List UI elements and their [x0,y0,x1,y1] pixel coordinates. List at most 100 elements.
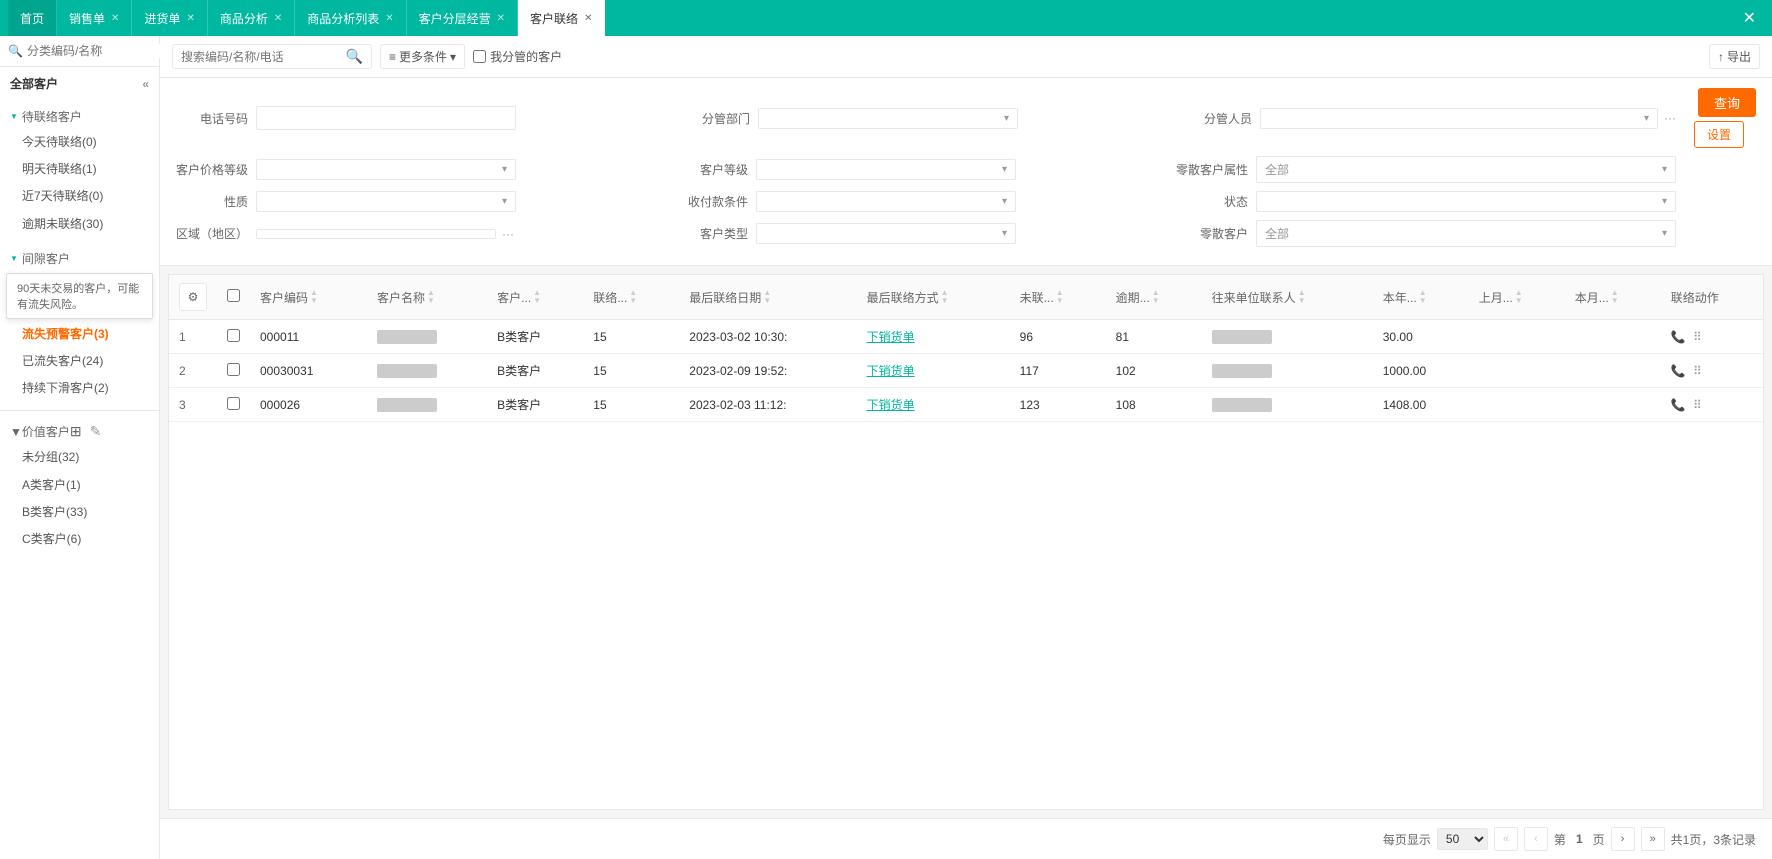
nav-tab-analysis[interactable]: 商品分析 ✕ [208,0,295,36]
filter-cust-level: 客户等级 ▾ [676,159,1176,180]
row-checkbox[interactable] [227,329,240,342]
nav-tab-purchase-label: 进货单 [144,10,180,27]
close-analysis-icon[interactable]: ✕ [274,13,282,24]
th-overdue: 逾期... ▲▼ [1106,275,1202,320]
row-this-month [1565,320,1661,354]
filter-row-2: 客户价格等级 ▾ 客户等级 ▾ 零散客户属性 全部 [176,156,1756,183]
sidebar-item-overdue[interactable]: 逾期未联络(30) [0,211,159,238]
action-more-icon[interactable]: ⠿ [1693,330,1702,344]
per-page-select[interactable]: 50 20 100 [1437,828,1488,850]
close-analysis-list-icon[interactable]: ✕ [385,13,393,24]
export-button[interactable]: ↑ 导出 [1709,44,1760,69]
table-settings-button[interactable]: ⚙ [179,283,207,311]
edit-icon[interactable]: ✎ [90,423,102,440]
more-conditions-label: 更多条件 [399,48,447,65]
row-name-blur [377,398,437,412]
filter-region-more[interactable]: ··· [496,227,520,241]
nav-tab-home[interactable]: 首页 [8,0,57,36]
row-last-method-link[interactable]: 下销货单 [867,330,915,344]
row-last-method-link[interactable]: 下销货单 [867,398,915,412]
sidebar-item-declining[interactable]: 持续下滑客户(2) [0,375,159,402]
sidebar-group-gap-title[interactable]: ▼ 间隙客户 [0,246,159,271]
settings-button[interactable]: 设置 [1694,121,1744,148]
sort-arrows-last-date: ▲▼ [763,289,771,305]
row-seq: 1 [169,320,217,354]
filter-person-label: 分管人员 [1180,110,1260,127]
table-area: ⚙ 客户编码 ▲▼ 客户名称 [168,274,1764,810]
filter-dept-select[interactable]: ▾ [758,108,1018,129]
nav-tab-sales[interactable]: 销售单 ✕ [57,0,132,36]
export-label: 导出 [1727,48,1751,65]
sidebar-item-c-class[interactable]: C类客户(6) [0,526,159,553]
select-all-checkbox[interactable] [227,289,240,302]
filter-price-level-select[interactable]: ▾ [256,159,516,180]
nav-tab-customer-contact[interactable]: 客户联络 ✕ [518,0,605,36]
sort-arrows-no-contact: ▲▼ [1056,289,1064,305]
filter-price-level-label: 客户价格等级 [176,161,256,178]
nav-tab-analysis-list[interactable]: 商品分析列表 ✕ [295,0,406,36]
window-close-button[interactable]: ✕ [1735,8,1764,28]
my-customers-checkbox[interactable] [473,50,486,63]
first-page-button[interactable]: « [1494,827,1518,851]
close-customer-contact-icon[interactable]: ✕ [584,13,592,24]
row-last-method: 下销货单 [857,388,1010,422]
th-unit-contact: 往来单位联系人 ▲▼ [1202,275,1373,320]
row-checkbox[interactable] [227,363,240,376]
next-page-button[interactable]: › [1611,827,1635,851]
filter-nature-select[interactable]: ▾ [256,191,516,212]
filter-cust-type-select[interactable]: ▾ [756,223,1016,244]
sidebar-item-ungroup[interactable]: 未分组(32) [0,444,159,471]
prev-page-button[interactable]: ‹ [1524,827,1548,851]
sidebar-group-pending-title[interactable]: ▼ 待联络客户 [0,104,159,129]
action-more-icon[interactable]: ⠿ [1693,398,1702,412]
sidebar: 🔍 全部客户 « ▼ 待联络客户 今天待联络(0) 明天待联络(1) 近7天待联… [0,36,160,859]
last-page-button[interactable]: » [1641,827,1665,851]
row-contact: 15 [583,354,679,388]
close-sales-icon[interactable]: ✕ [111,13,119,24]
action-phone-icon[interactable]: 📞 [1671,364,1686,378]
action-more-icon[interactable]: ⠿ [1693,364,1702,378]
sidebar-item-today[interactable]: 今天待联络(0) [0,129,159,156]
sidebar-item-b-class[interactable]: B类客户(33) [0,499,159,526]
filter-region-select[interactable] [256,229,496,239]
sidebar-item-tomorrow[interactable]: 明天待联络(1) [0,156,159,183]
filter-phone-input[interactable] [256,106,516,130]
sidebar-item-a-class[interactable]: A类客户(1) [0,472,159,499]
filter-scatter-attr-val: 全部 [1265,161,1662,178]
my-customers-checkbox-label[interactable]: 我分管的客户 [473,48,562,65]
chevron-down-status: ▾ [1662,196,1667,207]
filter-scatter-attr-select[interactable]: 全部 ▾ [1256,156,1676,183]
action-phone-icon[interactable]: 📞 [1671,330,1686,344]
close-purchase-icon[interactable]: ✕ [186,13,194,24]
nav-tab-purchase[interactable]: 进货单 ✕ [132,0,207,36]
sidebar-collapse-icon[interactable]: « [142,77,149,91]
close-customer-tier-icon[interactable]: ✕ [497,13,505,24]
nav-tab-customer-tier[interactable]: 客户分层经营 ✕ [407,0,518,36]
filter-cust-level-select[interactable]: ▾ [756,159,1016,180]
row-actions: 📞 ⠿ [1661,320,1763,354]
more-conditions-button[interactable]: ≡ 更多条件 ▾ [380,44,465,69]
sidebar-search-input[interactable] [27,44,182,58]
sidebar-item-7days[interactable]: 近7天待联络(0) [0,183,159,210]
query-button[interactable]: 查询 [1698,88,1756,117]
sidebar-item-churn-warning[interactable]: 流失预警客户(3) [0,321,159,348]
filter-scatter-cust-select[interactable]: 全部 ▾ [1256,220,1676,247]
sidebar-item-churned[interactable]: 已流失客户(24) [0,348,159,375]
triangle-icon: ▼ [10,112,18,121]
sort-arrows-contact: ▲▼ [629,289,637,305]
grid-icon[interactable]: ⊞ [70,423,82,440]
th-code: 客户编码 ▲▼ [250,275,367,320]
search-button[interactable]: 🔍 [346,48,363,65]
filter-payment-select[interactable]: ▾ [756,191,1016,212]
filter-status-select[interactable]: ▾ [1256,191,1676,212]
sidebar-group-value-title[interactable]: ▼ 价值客户 ⊞ ✎ [0,419,159,444]
filter-person-more[interactable]: ··· [1658,111,1682,125]
row-last-method-link[interactable]: 下销货单 [867,364,915,378]
nav-tab-sales-label: 销售单 [69,10,105,27]
filter-person-select[interactable]: ▾ [1260,108,1658,129]
row-last-date: 2023-02-03 11:12: [679,388,856,422]
action-phone-icon[interactable]: 📞 [1671,398,1686,412]
search-input[interactable] [181,50,346,64]
chevron-down-payment: ▾ [1002,196,1007,207]
row-checkbox[interactable] [227,397,240,410]
